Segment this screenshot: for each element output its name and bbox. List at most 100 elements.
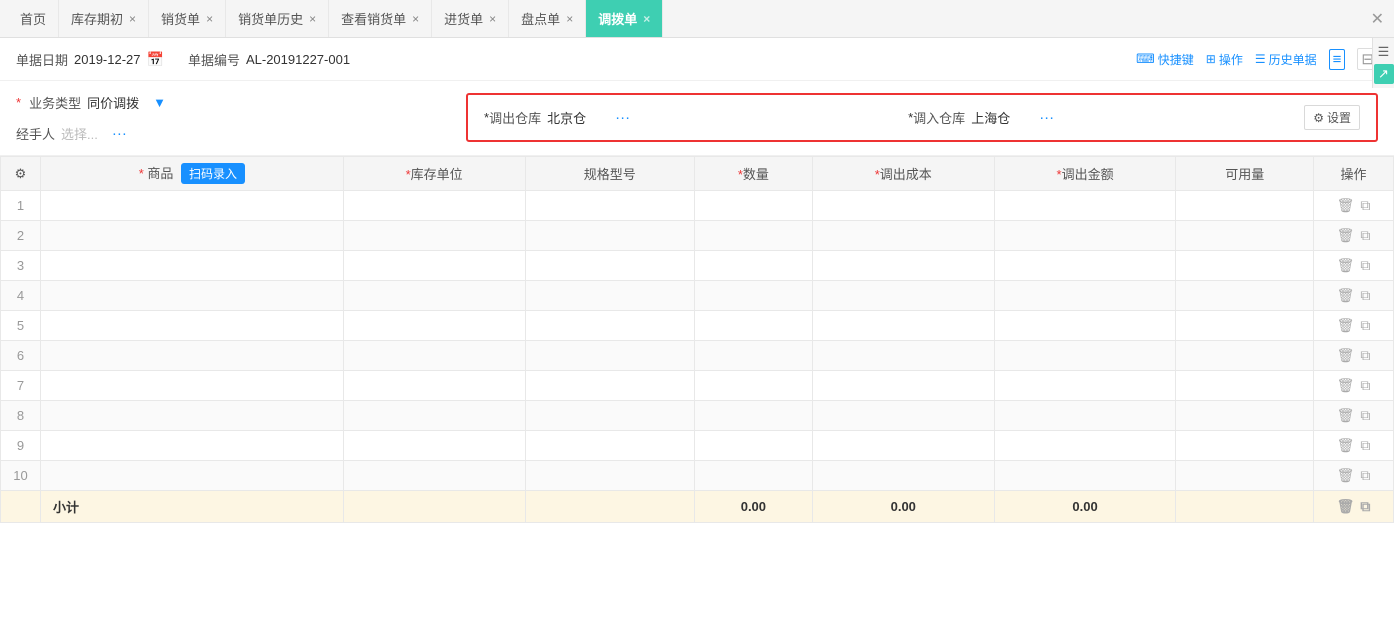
operations-button[interactable]: ⊞ 操作: [1206, 51, 1243, 68]
tab-transfer[interactable]: 调拨单 ×: [586, 0, 663, 37]
unit-cell[interactable]: [343, 251, 525, 281]
close-tab-transfer[interactable]: ×: [643, 13, 650, 25]
product-cell[interactable]: [41, 281, 344, 311]
tab-sales-history[interactable]: 销货单历史 ×: [226, 0, 329, 37]
qty-cell[interactable]: [694, 251, 812, 281]
amount-cell[interactable]: [994, 461, 1176, 491]
tab-view-sales[interactable]: 查看销货单 ×: [329, 0, 432, 37]
qty-cell[interactable]: [694, 341, 812, 371]
cost-cell[interactable]: [812, 281, 994, 311]
unit-cell[interactable]: [343, 461, 525, 491]
close-tab-purchase[interactable]: ×: [489, 13, 496, 25]
copy-row-icon[interactable]: ⧉: [1360, 227, 1370, 244]
spec-cell[interactable]: [525, 311, 694, 341]
spec-cell[interactable]: [525, 371, 694, 401]
copy-row-icon[interactable]: ⧉: [1360, 467, 1370, 484]
copy-row-icon[interactable]: ⧉: [1360, 437, 1370, 454]
cost-cell[interactable]: [812, 221, 994, 251]
spec-cell[interactable]: [525, 251, 694, 281]
spec-cell[interactable]: [525, 341, 694, 371]
spec-cell[interactable]: [525, 401, 694, 431]
cost-cell[interactable]: [812, 311, 994, 341]
qty-cell[interactable]: [694, 281, 812, 311]
scan-button[interactable]: 扫码录入: [181, 163, 245, 184]
unit-cell[interactable]: [343, 281, 525, 311]
cost-cell[interactable]: [812, 461, 994, 491]
delete-row-icon[interactable]: 🗑: [1337, 467, 1355, 484]
product-cell[interactable]: [41, 461, 344, 491]
amount-cell[interactable]: [994, 221, 1176, 251]
cost-cell[interactable]: [812, 401, 994, 431]
unit-cell[interactable]: [343, 371, 525, 401]
cost-cell[interactable]: [812, 371, 994, 401]
delete-row-icon[interactable]: 🗑: [1337, 287, 1355, 304]
product-cell[interactable]: [41, 251, 344, 281]
copy-row-icon[interactable]: ⧉: [1360, 287, 1370, 304]
copy-row-icon[interactable]: ⧉: [1360, 317, 1370, 334]
amount-cell[interactable]: [994, 251, 1176, 281]
history-button[interactable]: ☰ 历史单据: [1255, 51, 1317, 68]
close-window-button[interactable]: ✕: [1371, 9, 1384, 29]
product-cell[interactable]: [41, 401, 344, 431]
person-more-button[interactable]: ···: [112, 125, 127, 142]
unit-cell[interactable]: [343, 191, 525, 221]
cost-cell[interactable]: [812, 341, 994, 371]
spec-cell[interactable]: [525, 461, 694, 491]
product-cell[interactable]: [41, 431, 344, 461]
qty-cell[interactable]: [694, 431, 812, 461]
qty-cell[interactable]: [694, 311, 812, 341]
delete-row-icon[interactable]: 🗑: [1337, 407, 1355, 424]
unit-cell[interactable]: [343, 401, 525, 431]
close-tab-view-sales[interactable]: ×: [412, 13, 419, 25]
qty-cell[interactable]: [694, 371, 812, 401]
tab-home[interactable]: 首页: [8, 0, 59, 37]
amount-cell[interactable]: [994, 371, 1176, 401]
delete-row-icon[interactable]: 🗑: [1337, 257, 1355, 274]
in-warehouse-more-button[interactable]: ···: [1039, 109, 1054, 126]
amount-cell[interactable]: [994, 401, 1176, 431]
product-cell[interactable]: [41, 341, 344, 371]
copy-row-icon[interactable]: ⧉: [1360, 377, 1370, 394]
amount-cell[interactable]: [994, 281, 1176, 311]
unit-cell[interactable]: [343, 221, 525, 251]
product-cell[interactable]: [41, 221, 344, 251]
product-cell[interactable]: [41, 311, 344, 341]
tab-sales-order[interactable]: 销货单 ×: [149, 0, 226, 37]
qty-cell[interactable]: [694, 401, 812, 431]
col-settings[interactable]: ⚙: [1, 157, 41, 191]
delete-row-icon[interactable]: 🗑: [1337, 437, 1355, 454]
qty-cell[interactable]: [694, 461, 812, 491]
qty-cell[interactable]: [694, 191, 812, 221]
unit-cell[interactable]: [343, 341, 525, 371]
delete-row-icon[interactable]: 🗑: [1337, 197, 1355, 214]
qty-cell[interactable]: [694, 221, 812, 251]
spec-cell[interactable]: [525, 281, 694, 311]
delete-icon[interactable]: 🗑: [1337, 498, 1355, 515]
settings-button[interactable]: ⚙ 设置: [1304, 105, 1360, 130]
biz-type-dropdown[interactable]: ▼: [153, 95, 166, 110]
amount-cell[interactable]: [994, 341, 1176, 371]
product-cell[interactable]: [41, 191, 344, 221]
layout-toggle-1[interactable]: ≡: [1329, 49, 1346, 70]
product-cell[interactable]: [41, 371, 344, 401]
cost-cell[interactable]: [812, 251, 994, 281]
tab-inventory-check[interactable]: 盘点单 ×: [509, 0, 586, 37]
unit-cell[interactable]: [343, 431, 525, 461]
copy-icon[interactable]: ⧉: [1360, 498, 1370, 515]
close-tab-inventory-init[interactable]: ×: [129, 13, 136, 25]
spec-cell[interactable]: [525, 431, 694, 461]
copy-row-icon[interactable]: ⧉: [1360, 197, 1370, 214]
copy-row-icon[interactable]: ⧉: [1360, 257, 1370, 274]
right-panel-list-icon[interactable]: ☰: [1374, 42, 1394, 62]
delete-row-icon[interactable]: 🗑: [1337, 347, 1355, 364]
amount-cell[interactable]: [994, 431, 1176, 461]
delete-row-icon[interactable]: 🗑: [1337, 227, 1355, 244]
cost-cell[interactable]: [812, 431, 994, 461]
calendar-icon[interactable]: 📅: [147, 51, 164, 68]
amount-cell[interactable]: [994, 311, 1176, 341]
spec-cell[interactable]: [525, 191, 694, 221]
tab-inventory-init[interactable]: 库存期初 ×: [59, 0, 149, 37]
right-panel-expand-icon[interactable]: ↗: [1374, 64, 1394, 84]
delete-row-icon[interactable]: 🗑: [1337, 317, 1355, 334]
copy-row-icon[interactable]: ⧉: [1360, 347, 1370, 364]
